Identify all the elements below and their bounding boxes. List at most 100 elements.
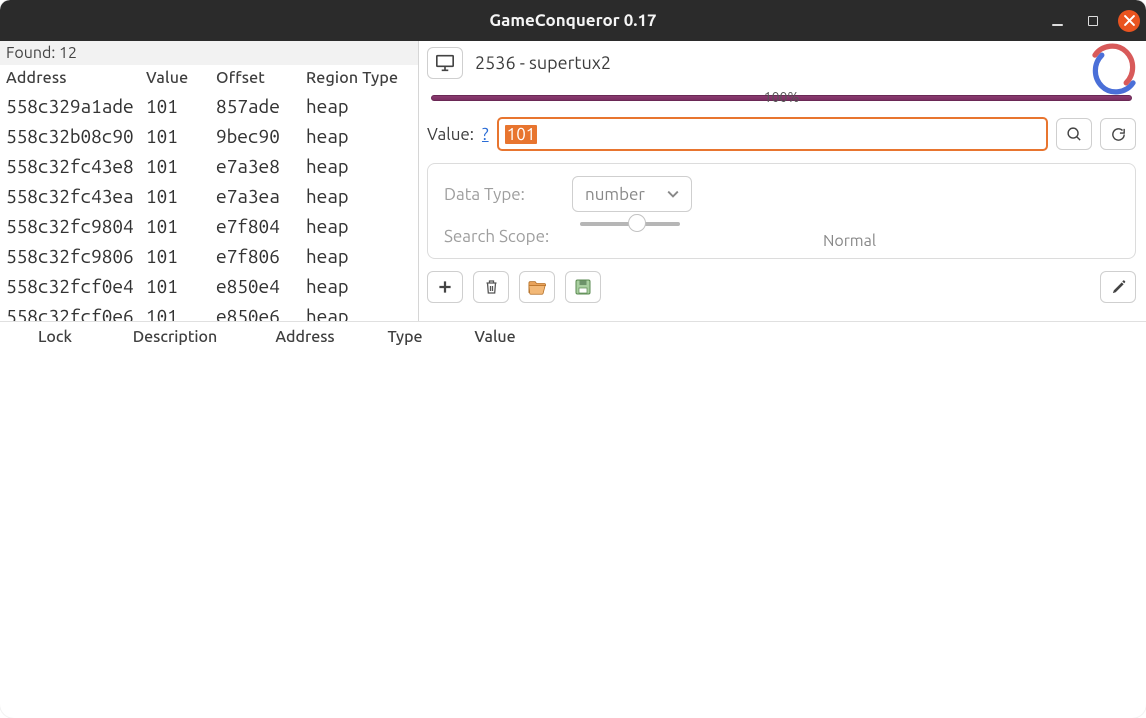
add-cheat-button[interactable] [427, 271, 463, 303]
progress-label: 100% [431, 89, 1132, 105]
cheat-toolbar [427, 271, 1136, 303]
cell-address: 558c32fc43ea [6, 182, 146, 210]
scope-value: Normal [823, 232, 876, 250]
col-address[interactable]: Address [6, 69, 146, 87]
cell-value: 101 [146, 212, 216, 240]
cell-offset: 9bec90 [216, 122, 306, 150]
cell-address: 558c329a1ade [6, 92, 146, 120]
value-input-text: 101 [505, 125, 538, 144]
cell-value: 101 [146, 272, 216, 300]
value-label: Value: [427, 125, 474, 144]
scope-slider[interactable] [580, 222, 680, 226]
result-row[interactable]: 558c329a1ade101857adeheap [0, 91, 418, 121]
found-bar: Found: 12 [0, 41, 418, 65]
found-count: 12 [59, 44, 77, 62]
scan-options: Data Type: number Search Scope: Normal [427, 163, 1136, 259]
scan-pane: 2536 - supertux2 100% Value: ? 101 [419, 41, 1146, 321]
col-offset[interactable]: Offset [216, 69, 306, 87]
refresh-icon [1110, 126, 1127, 143]
cell-offset: e850e4 [216, 272, 306, 300]
cheat-list-body[interactable] [0, 352, 1146, 712]
cell-value: 101 [146, 122, 216, 150]
cell-region: heap [306, 182, 411, 210]
progress-bar: 100% [431, 95, 1132, 101]
cell-offset: e7f806 [216, 242, 306, 270]
result-row[interactable]: 558c32fcf0e4101e850e4heap [0, 271, 418, 301]
cell-region: heap [306, 272, 411, 300]
plus-icon [438, 280, 452, 294]
cell-region: heap [306, 212, 411, 240]
select-process-button[interactable] [427, 47, 463, 79]
save-icon [575, 279, 591, 295]
cell-address: 558c32fc9804 [6, 212, 146, 240]
window-controls [1046, 10, 1140, 32]
search-icon [1066, 126, 1083, 143]
result-row[interactable]: 558c32fc9806101e7f806heap [0, 241, 418, 271]
maximize-button[interactable] [1082, 10, 1104, 32]
app-window: GameConqueror 0.17 Found: 12 Address Val… [0, 0, 1146, 718]
cell-address: 558c32fc9806 [6, 242, 146, 270]
results-body[interactable]: 558c329a1ade101857adeheap558c32b08c90101… [0, 91, 418, 321]
pencil-icon [1111, 280, 1126, 295]
cell-region: heap [306, 92, 411, 120]
trash-icon [484, 279, 499, 295]
value-row: Value: ? 101 [427, 117, 1136, 151]
chevron-down-icon [667, 188, 679, 200]
value-input[interactable]: 101 [497, 117, 1048, 151]
cell-offset: e7a3e8 [216, 152, 306, 180]
memory-editor-button[interactable] [1100, 271, 1136, 303]
cell-value: 101 [146, 302, 216, 321]
titlebar[interactable]: GameConqueror 0.17 [0, 0, 1146, 41]
results-pane: Found: 12 Address Value Offset Region Ty… [0, 41, 419, 321]
cell-address: 558c32fcf0e6 [6, 302, 146, 321]
data-type-value: number [585, 185, 645, 204]
open-cheat-button[interactable] [519, 271, 555, 303]
scope-label: Search Scope: [444, 227, 564, 246]
reset-button[interactable] [1100, 118, 1136, 150]
cell-region: heap [306, 152, 411, 180]
cell-address: 558c32fc43e8 [6, 152, 146, 180]
process-text: 2536 - supertux2 [475, 53, 611, 73]
cell-offset: e7a3ea [216, 182, 306, 210]
col-region[interactable]: Region Type [306, 69, 411, 87]
col-lock[interactable]: Lock [10, 328, 100, 346]
col-type[interactable]: Type [360, 328, 450, 346]
search-button[interactable] [1056, 118, 1092, 150]
cheat-list-header[interactable]: Lock Description Address Type Value [0, 321, 1146, 352]
cell-offset: e7f804 [216, 212, 306, 240]
cell-value: 101 [146, 242, 216, 270]
scope-slider-thumb[interactable] [628, 214, 646, 232]
value-help-link[interactable]: ? [482, 125, 489, 144]
cell-region: heap [306, 242, 411, 270]
close-button[interactable] [1118, 10, 1140, 32]
result-row[interactable]: 558c32fcf0e6101e850e6heap [0, 301, 418, 321]
cell-region: heap [306, 302, 411, 321]
col-description[interactable]: Description [100, 328, 250, 346]
data-type-label: Data Type: [444, 185, 564, 204]
cell-address: 558c32fcf0e4 [6, 272, 146, 300]
minimize-button[interactable] [1046, 10, 1068, 32]
cell-offset: e850e6 [216, 302, 306, 321]
save-cheat-button[interactable] [565, 271, 601, 303]
cell-region: heap [306, 122, 411, 150]
result-row[interactable]: 558c32fc9804101e7f804heap [0, 211, 418, 241]
data-type-select[interactable]: number [572, 176, 692, 212]
window-title: GameConqueror 0.17 [489, 11, 656, 30]
cell-value: 101 [146, 92, 216, 120]
folder-open-icon [528, 280, 546, 295]
col-value[interactable]: Value [146, 69, 216, 87]
result-row[interactable]: 558c32b08c901019bec90heap [0, 121, 418, 151]
monitor-icon [435, 54, 455, 72]
delete-cheat-button[interactable] [473, 271, 509, 303]
cell-address: 558c32b08c90 [6, 122, 146, 150]
result-row[interactable]: 558c32fc43e8101e7a3e8heap [0, 151, 418, 181]
found-label: Found: [6, 44, 55, 62]
client-area: Found: 12 Address Value Offset Region Ty… [0, 41, 1146, 321]
results-header[interactable]: Address Value Offset Region Type [0, 65, 418, 91]
cell-value: 101 [146, 152, 216, 180]
process-row: 2536 - supertux2 [427, 47, 1136, 79]
cell-value: 101 [146, 182, 216, 210]
col-cheat-value[interactable]: Value [450, 328, 540, 346]
result-row[interactable]: 558c32fc43ea101e7a3eaheap [0, 181, 418, 211]
col-cheat-address[interactable]: Address [250, 328, 360, 346]
